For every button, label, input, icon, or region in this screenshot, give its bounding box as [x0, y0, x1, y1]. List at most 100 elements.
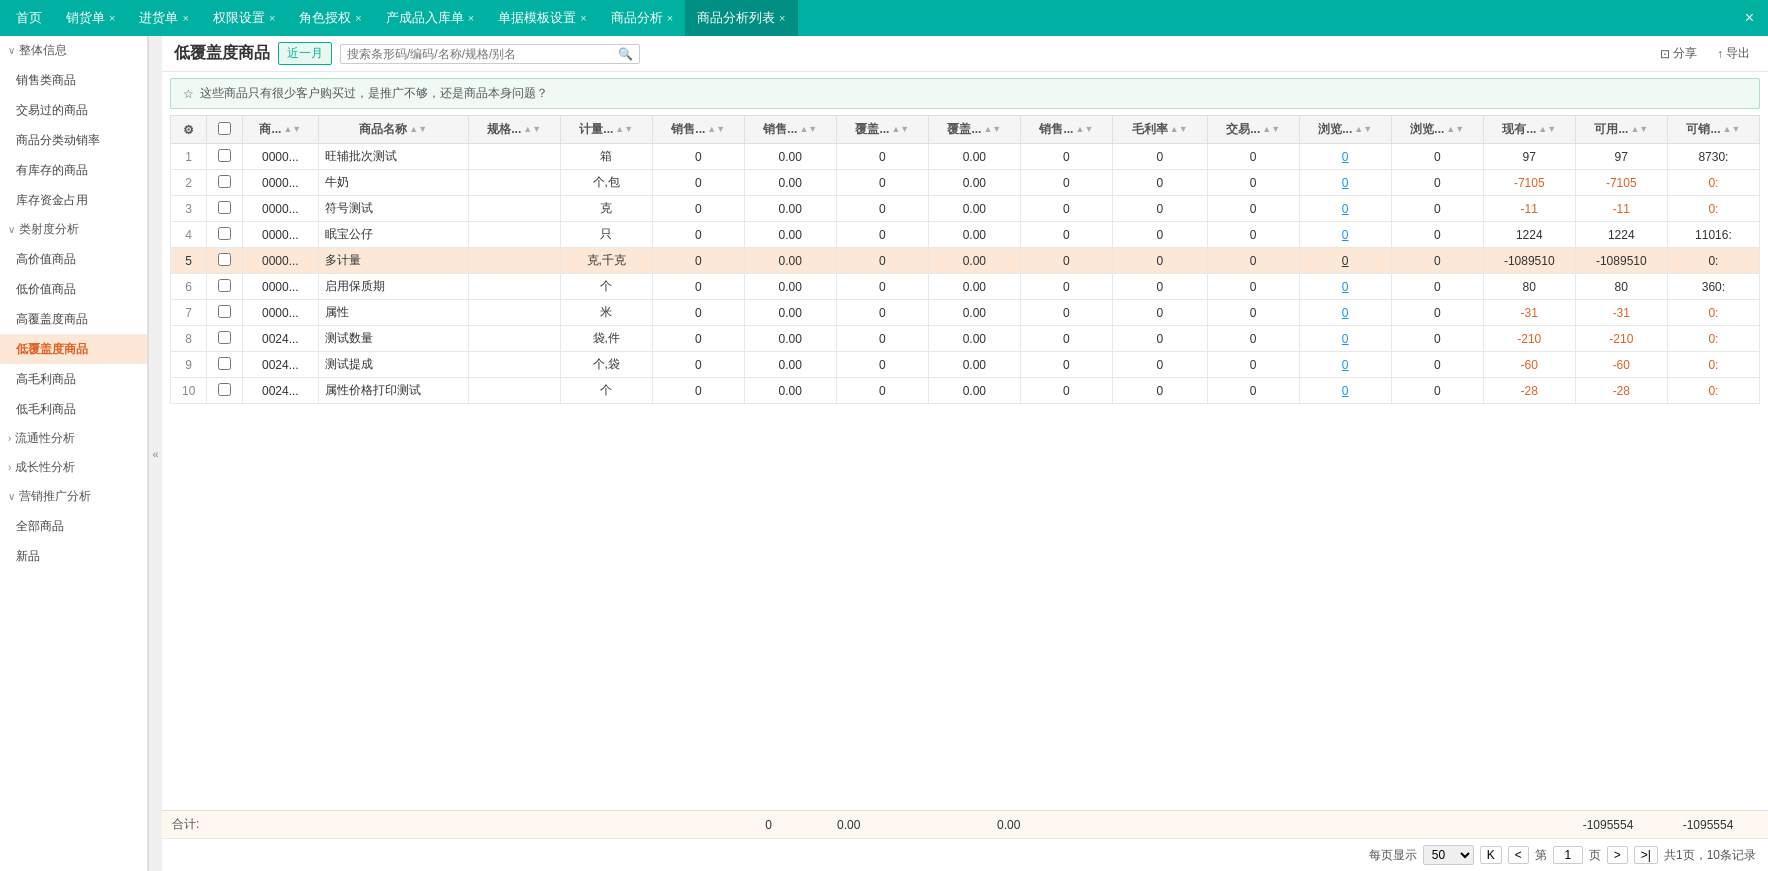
- row-browse1[interactable]: 0: [1299, 170, 1391, 196]
- row-browse1[interactable]: 0: [1299, 274, 1391, 300]
- sort-sales-amount-icon[interactable]: ▲▼: [799, 125, 817, 134]
- sidebar-item-低价值商品[interactable]: 低价值商品: [0, 274, 147, 304]
- sidebar-item-商品分类动销率[interactable]: 商品分类动销率: [0, 125, 147, 155]
- sidebar-item-高覆盖度商品[interactable]: 高覆盖度商品: [0, 304, 147, 334]
- share-button[interactable]: ⊡ 分享: [1654, 43, 1703, 64]
- search-icon[interactable]: 🔍: [618, 47, 633, 61]
- row-browse1[interactable]: 0: [1299, 248, 1391, 274]
- nav-close-icon[interactable]: ×: [580, 12, 586, 24]
- nav-item-单据模板设置[interactable]: 单据模板设置 ×: [486, 0, 598, 36]
- select-all-checkbox[interactable]: [218, 122, 231, 135]
- row-browse1[interactable]: 0: [1299, 378, 1391, 404]
- row-sales-order: 0: [1020, 378, 1112, 404]
- nav-item-产成品入库单[interactable]: 产成品入库单 ×: [374, 0, 486, 36]
- sidebar-section-营销推广分析[interactable]: ∨营销推广分析: [0, 482, 147, 511]
- sort-cover-rate-icon[interactable]: ▲▼: [983, 125, 1001, 134]
- sidebar-item-全部商品[interactable]: 全部商品: [0, 511, 147, 541]
- row-unit: 米: [560, 300, 652, 326]
- row-num: 3: [171, 196, 207, 222]
- window-close-button[interactable]: ×: [1735, 9, 1764, 27]
- nav-item-首页[interactable]: 首页: [4, 0, 54, 36]
- export-button[interactable]: ↑ 导出: [1711, 43, 1756, 64]
- sort-unit-icon[interactable]: ▲▼: [615, 125, 633, 134]
- first-page-button[interactable]: K: [1480, 846, 1502, 864]
- sort-sales-order-icon[interactable]: ▲▼: [1075, 125, 1093, 134]
- nav-close-icon[interactable]: ×: [182, 12, 188, 24]
- nav-item-商品分析[interactable]: 商品分析 ×: [599, 0, 685, 36]
- sidebar-toggle-button[interactable]: «: [148, 36, 162, 871]
- row-saleable: 11016:: [1667, 222, 1759, 248]
- sort-browse1-icon[interactable]: ▲▼: [1354, 125, 1372, 134]
- sidebar-item-高价值商品[interactable]: 高价值商品: [0, 244, 147, 274]
- sidebar-section-整体信息[interactable]: ∨整体信息: [0, 36, 147, 65]
- row-checkbox[interactable]: [207, 352, 243, 378]
- sort-available-icon[interactable]: ▲▼: [1630, 125, 1648, 134]
- page-input[interactable]: [1553, 846, 1583, 864]
- nav-close-icon[interactable]: ×: [779, 12, 785, 24]
- row-checkbox[interactable]: [207, 222, 243, 248]
- sidebar-section-流通性分析[interactable]: ›流通性分析: [0, 424, 147, 453]
- table-row: 8 0024... 测试数量 袋,件 0 0.00 0 0.00 0 0 0 0…: [171, 326, 1760, 352]
- row-browse1[interactable]: 0: [1299, 300, 1391, 326]
- sort-transact-icon[interactable]: ▲▼: [1262, 125, 1280, 134]
- row-checkbox[interactable]: [207, 144, 243, 170]
- row-browse1[interactable]: 0: [1299, 352, 1391, 378]
- nav-item-权限设置[interactable]: 权限设置 ×: [201, 0, 287, 36]
- nav-close-icon[interactable]: ×: [667, 12, 673, 24]
- sidebar-item-交易过的商品[interactable]: 交易过的商品: [0, 95, 147, 125]
- th-checkbox[interactable]: [207, 116, 243, 144]
- row-checkbox[interactable]: [207, 248, 243, 274]
- row-checkbox[interactable]: [207, 300, 243, 326]
- nav-item-商品分析列表[interactable]: 商品分析列表 ×: [685, 0, 797, 36]
- row-sales-count: 0: [652, 352, 744, 378]
- last-page-button[interactable]: >|: [1634, 846, 1658, 864]
- th-settings[interactable]: ⚙: [171, 116, 207, 144]
- sort-spec-icon[interactable]: ▲▼: [523, 125, 541, 134]
- row-checkbox[interactable]: [207, 196, 243, 222]
- row-browse1[interactable]: 0: [1299, 144, 1391, 170]
- filter-button[interactable]: 近一月: [278, 42, 332, 65]
- row-sales-count: 0: [652, 274, 744, 300]
- row-checkbox[interactable]: [207, 326, 243, 352]
- next-page-button[interactable]: >: [1607, 846, 1628, 864]
- sort-cover-count-icon[interactable]: ▲▼: [891, 125, 909, 134]
- row-current: -7105: [1483, 170, 1575, 196]
- nav-close-icon[interactable]: ×: [468, 12, 474, 24]
- sidebar-item-有库存的商品[interactable]: 有库存的商品: [0, 155, 147, 185]
- nav-item-进货单[interactable]: 进货单 ×: [127, 0, 200, 36]
- row-checkbox[interactable]: [207, 274, 243, 300]
- prev-page-button[interactable]: <: [1508, 846, 1529, 864]
- sort-saleable-icon[interactable]: ▲▼: [1723, 125, 1741, 134]
- per-page-select[interactable]: 50 20 100: [1423, 845, 1474, 865]
- row-browse1[interactable]: 0: [1299, 222, 1391, 248]
- row-browse1[interactable]: 0: [1299, 326, 1391, 352]
- search-box: 🔍: [340, 44, 640, 64]
- sort-browse2-icon[interactable]: ▲▼: [1446, 125, 1464, 134]
- sort-gross-margin-icon[interactable]: ▲▼: [1170, 125, 1188, 134]
- sort-code-icon[interactable]: ▲▼: [283, 125, 301, 134]
- row-checkbox[interactable]: [207, 378, 243, 404]
- sidebar-item-库存资金占用[interactable]: 库存资金占用: [0, 185, 147, 215]
- nav-close-icon[interactable]: ×: [109, 12, 115, 24]
- sort-sales-count-icon[interactable]: ▲▼: [707, 125, 725, 134]
- nav-item-销货单[interactable]: 销货单 ×: [54, 0, 127, 36]
- data-table-container[interactable]: ⚙ 商...▲▼ 商品名称▲▼ 规格...▲▼ 计量...▲▼ 销售...▲▼ …: [162, 115, 1768, 810]
- nav-close-icon[interactable]: ×: [355, 12, 361, 24]
- sidebar-item-低覆盖度商品[interactable]: 低覆盖度商品: [0, 334, 147, 364]
- sidebar-section-成长性分析[interactable]: ›成长性分析: [0, 453, 147, 482]
- row-browse1[interactable]: 0: [1299, 196, 1391, 222]
- nav-close-icon[interactable]: ×: [269, 12, 275, 24]
- nav-item-角色授权[interactable]: 角色授权 ×: [287, 0, 373, 36]
- row-saleable: 8730:: [1667, 144, 1759, 170]
- sidebar-item-销售类商品[interactable]: 销售类商品: [0, 65, 147, 95]
- sort-name-icon[interactable]: ▲▼: [409, 125, 427, 134]
- sidebar-item-低毛利商品[interactable]: 低毛利商品: [0, 394, 147, 424]
- sort-current-icon[interactable]: ▲▼: [1538, 125, 1556, 134]
- sidebar-item-新品[interactable]: 新品: [0, 541, 147, 571]
- th-unit: 计量...▲▼: [560, 116, 652, 144]
- row-checkbox[interactable]: [207, 170, 243, 196]
- sidebar-item-高毛利商品[interactable]: 高毛利商品: [0, 364, 147, 394]
- sidebar-section-类射度分析[interactable]: ∨类射度分析: [0, 215, 147, 244]
- row-sales-order: 0: [1020, 300, 1112, 326]
- search-input[interactable]: [347, 47, 614, 61]
